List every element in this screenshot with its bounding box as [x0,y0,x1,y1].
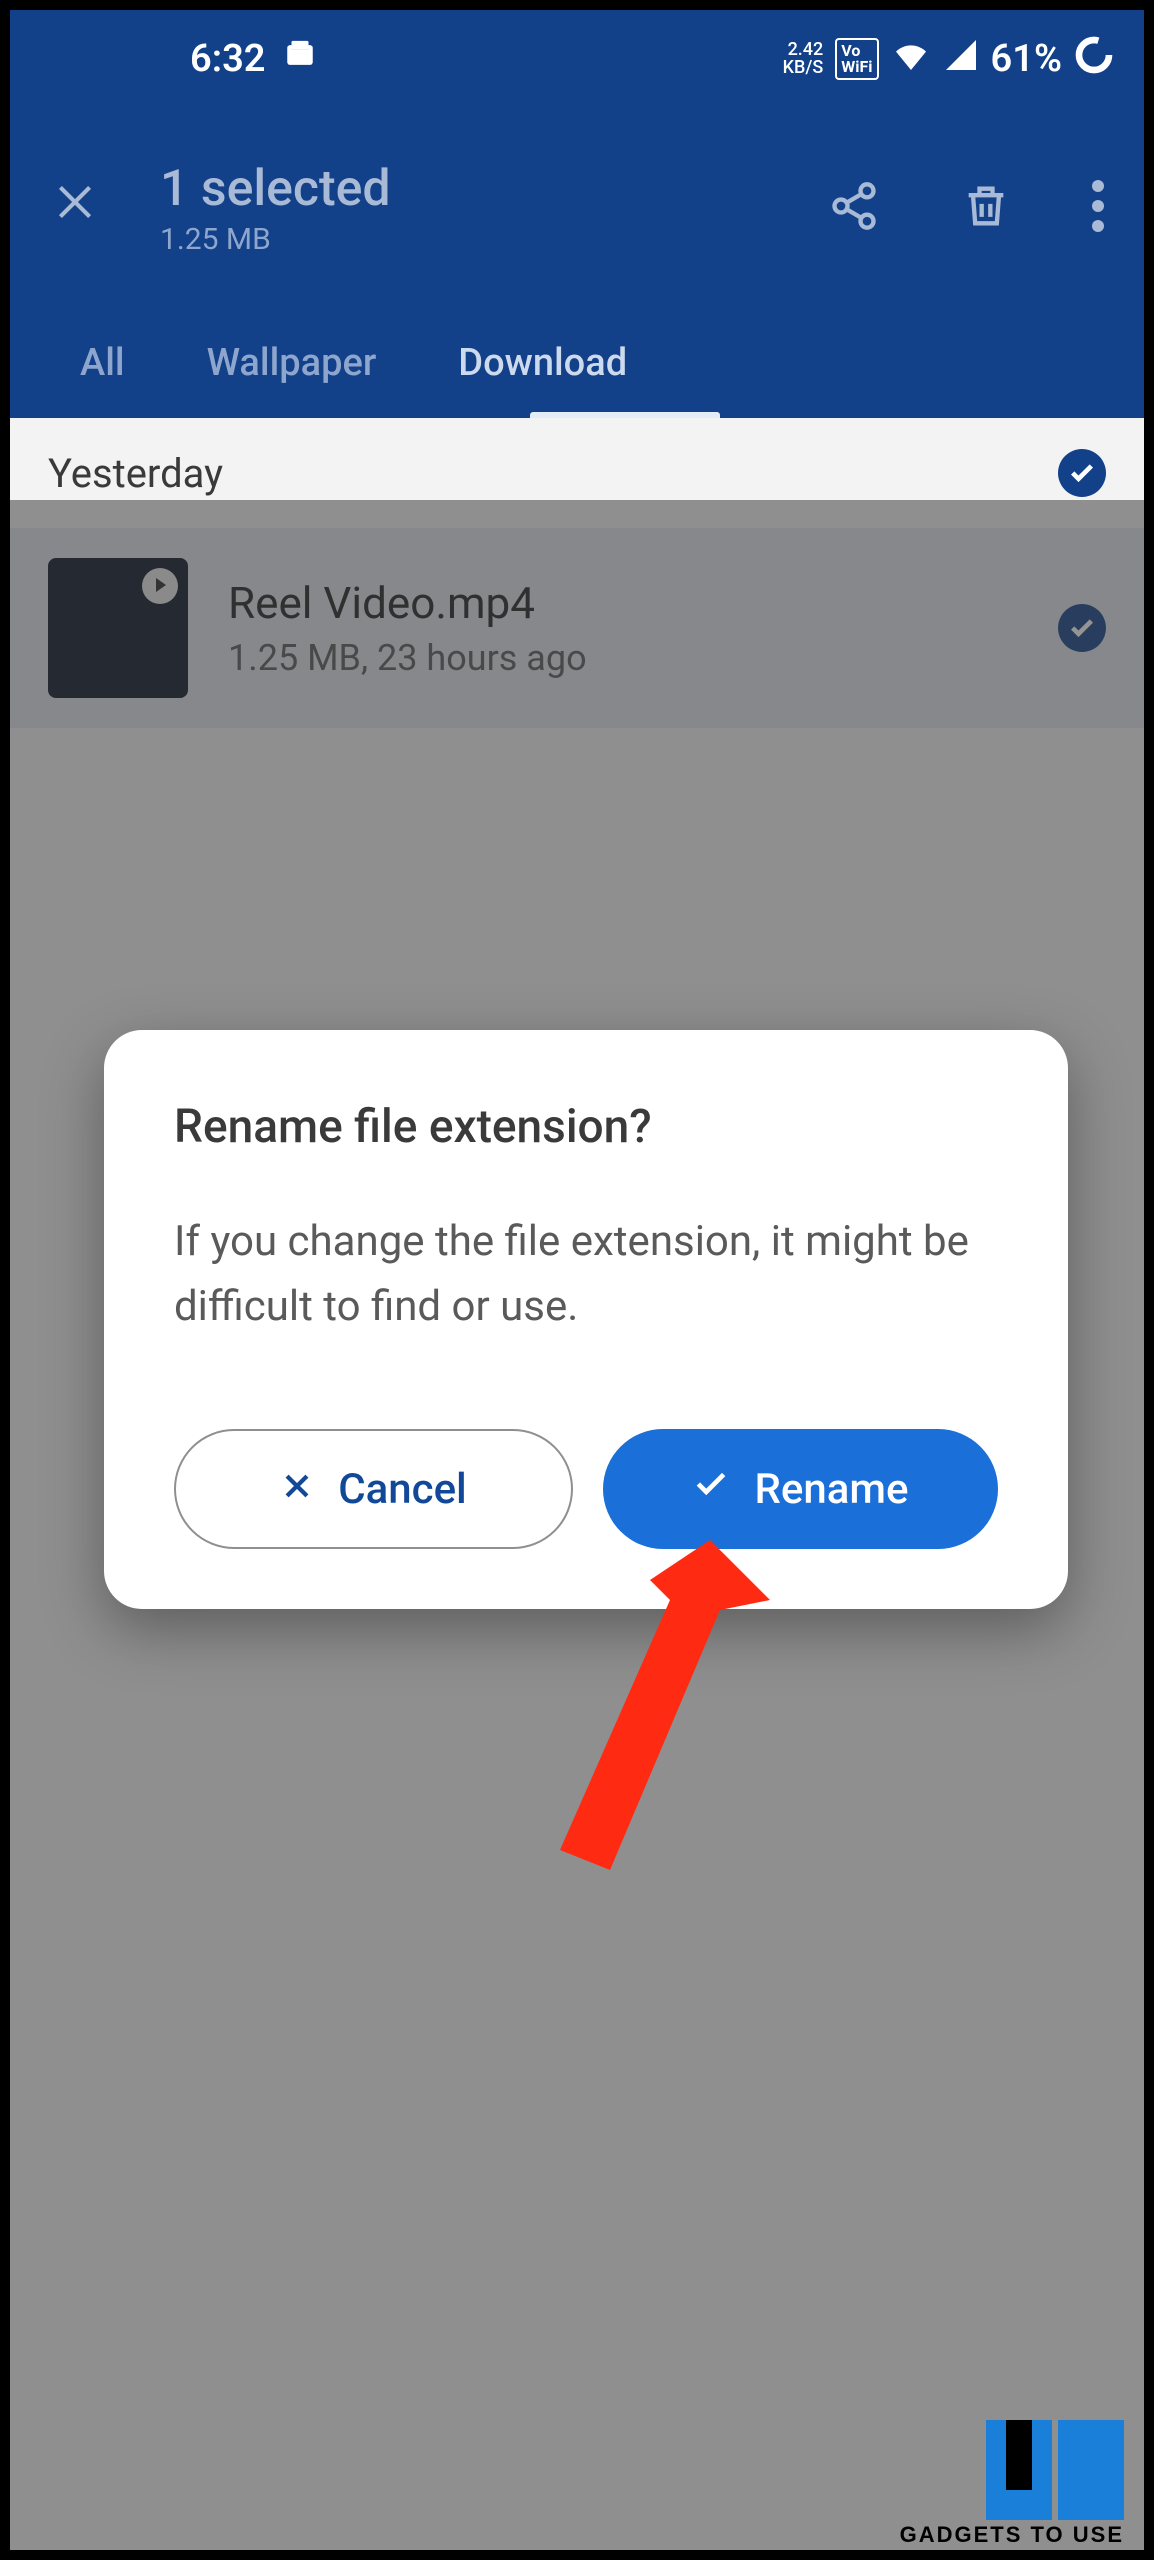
signal-icon [943,37,979,82]
selection-count: 1 selected [160,160,768,218]
rename-dialog: Rename file extension? If you change the… [104,1030,1068,1609]
close-selection-button[interactable] [50,175,100,241]
select-all-icon[interactable] [1058,449,1106,497]
phone-frame: 6:32 2.42 KB/S Vo WiFi [0,0,1154,2560]
tab-indicator [530,412,720,418]
dialog-body: If you change the file extension, it mig… [174,1209,998,1339]
more-icon[interactable] [1092,180,1104,236]
section-label: Yesterday [48,450,223,497]
status-bar: 6:32 2.42 KB/S Vo WiFi [10,10,1144,108]
network-speed: 2.42 KB/S [783,41,824,77]
category-tabs: All Wallpaper Download [10,308,1144,418]
watermark: GADGETS TO USE [900,2420,1124,2548]
tab-download[interactable]: Download [458,341,627,385]
check-icon [692,1465,730,1514]
screenshot-icon [283,38,317,81]
close-icon [280,1465,314,1514]
selection-app-bar: 1 selected 1.25 MB [10,108,1144,308]
cancel-label: Cancel [338,1465,467,1514]
status-time: 6:32 [190,37,265,81]
delete-icon[interactable] [960,180,1012,236]
share-icon[interactable] [828,180,880,236]
watermark-text: GADGETS TO USE [900,2522,1124,2548]
rename-label: Rename [754,1465,908,1514]
screen: 6:32 2.42 KB/S Vo WiFi [10,10,1144,2550]
selection-size: 1.25 MB [160,222,768,257]
vowifi-badge: Vo WiFi [835,38,878,80]
tab-wallpaper[interactable]: Wallpaper [207,341,377,385]
battery-label: 61% [991,37,1062,81]
loading-spinner-icon [1074,35,1114,84]
tab-all[interactable]: All [80,341,125,385]
wifi-icon [891,35,931,84]
rename-button[interactable]: Rename [603,1429,998,1549]
dialog-title: Rename file extension? [174,1100,998,1154]
cancel-button[interactable]: Cancel [174,1429,573,1549]
